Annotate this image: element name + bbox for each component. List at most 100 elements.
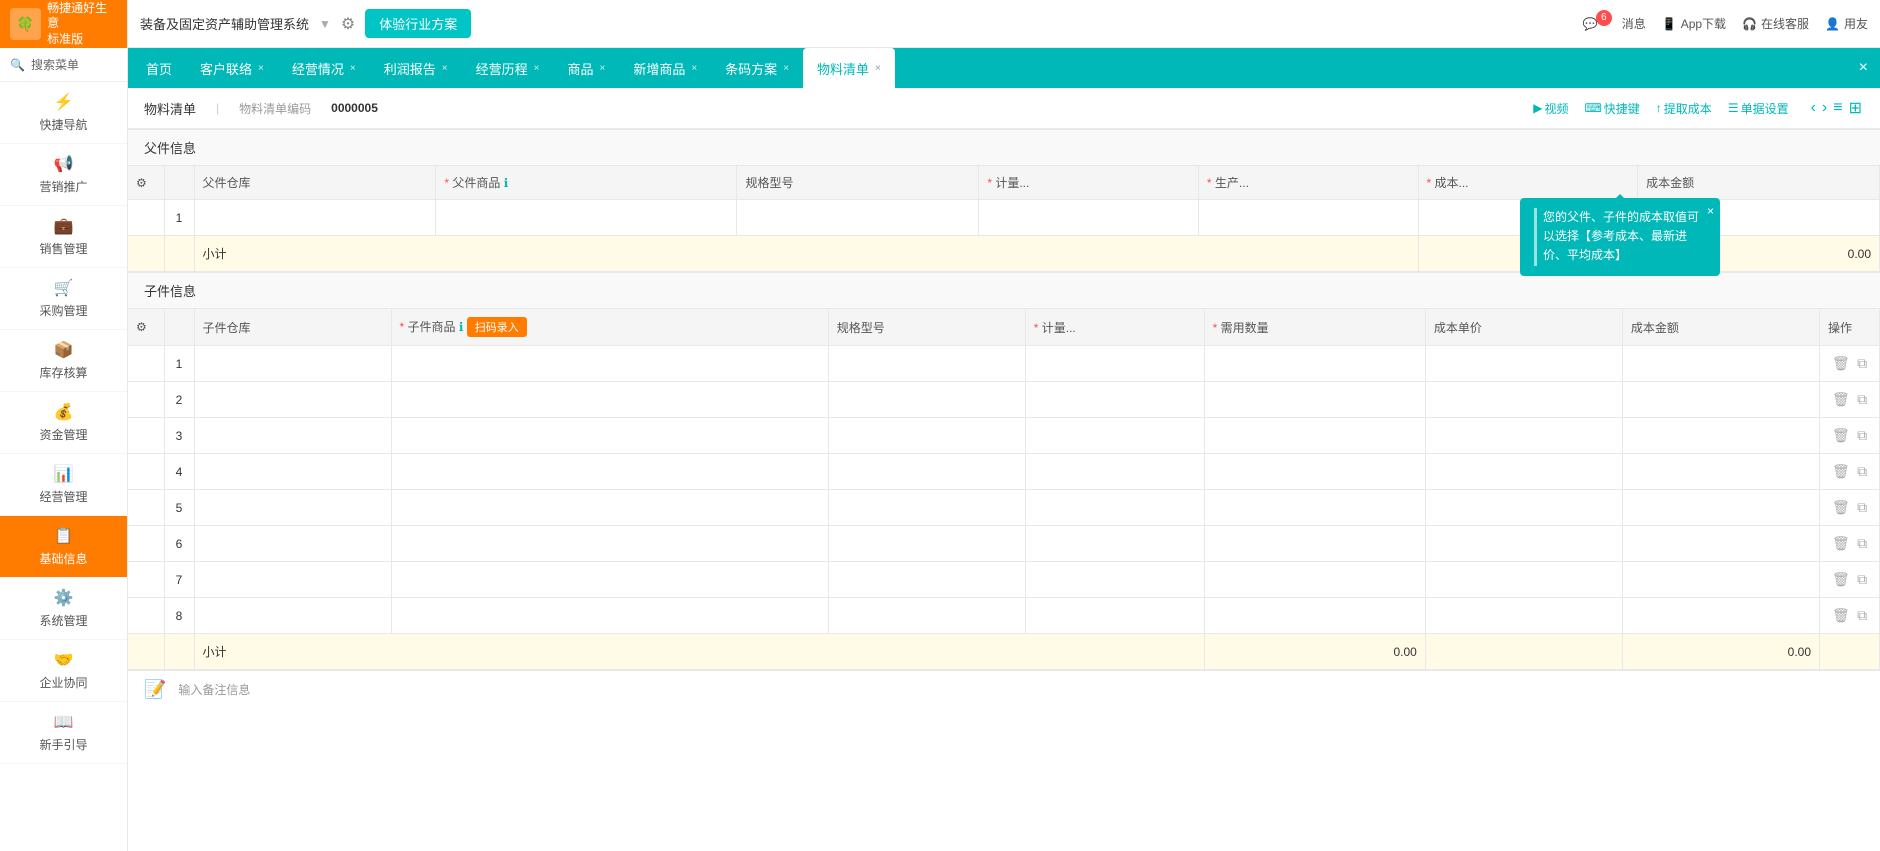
child-row-product[interactable]	[391, 598, 828, 634]
notes-icon[interactable]: 📝	[144, 679, 166, 700]
tab-product[interactable]: 商品 ×	[553, 48, 619, 88]
child-row-product[interactable]	[391, 562, 828, 598]
list-view-icon[interactable]: ≡	[1831, 97, 1844, 119]
delete-row-button[interactable]: 🗑	[1832, 463, 1850, 479]
parent-row-spec[interactable]	[737, 200, 979, 236]
delete-row-button[interactable]: 🗑	[1832, 391, 1850, 407]
child-row-unit[interactable]	[1025, 526, 1204, 562]
copy-row-button[interactable]: ⧉	[1857, 463, 1867, 479]
child-row-unit[interactable]	[1025, 490, 1204, 526]
child-row-spec[interactable]	[828, 418, 1025, 454]
child-row-unit-cost[interactable]	[1425, 418, 1622, 454]
child-row-product[interactable]	[391, 454, 828, 490]
child-row-spec[interactable]	[828, 490, 1025, 526]
next-arrow[interactable]: ›	[1820, 97, 1829, 119]
delete-row-button[interactable]: 🗑	[1832, 427, 1850, 443]
scan-input-button[interactable]: 扫码录入	[467, 317, 527, 337]
child-row-warehouse[interactable]	[194, 562, 391, 598]
copy-row-button[interactable]: ⧉	[1857, 607, 1867, 623]
sidebar-item-sales[interactable]: 💼 销售管理	[0, 206, 127, 268]
child-row-required-qty[interactable]	[1204, 418, 1425, 454]
child-row-warehouse[interactable]	[194, 598, 391, 634]
child-row-required-qty[interactable]	[1204, 598, 1425, 634]
tab-close-icon[interactable]: ×	[783, 63, 789, 74]
tab-new-product[interactable]: 新增商品 ×	[619, 48, 711, 88]
child-row-product[interactable]	[391, 418, 828, 454]
tab-close-icon[interactable]: ×	[442, 63, 448, 74]
child-row-warehouse[interactable]	[194, 382, 391, 418]
tab-close-icon[interactable]: ×	[691, 63, 697, 74]
gear-settings-icon[interactable]: ⚙	[341, 14, 355, 34]
child-row-warehouse[interactable]	[194, 526, 391, 562]
tooltip-close-button[interactable]: ×	[1707, 202, 1714, 221]
tab-customer[interactable]: 客户联络 ×	[186, 48, 278, 88]
child-row-required-qty[interactable]	[1204, 382, 1425, 418]
child-row-spec[interactable]	[828, 382, 1025, 418]
sidebar-item-finance[interactable]: 💰 资金管理	[0, 392, 127, 454]
shortcut-link[interactable]: ⌨ 快捷键	[1584, 100, 1639, 117]
child-row-unit-cost[interactable]	[1425, 562, 1622, 598]
copy-row-button[interactable]: ⧉	[1857, 571, 1867, 587]
delete-row-button[interactable]: 🗑	[1832, 607, 1850, 623]
sidebar-item-cooperation[interactable]: 🤝 企业协同	[0, 640, 127, 702]
sidebar-item-basic-info[interactable]: 📋 基础信息	[0, 516, 127, 578]
child-row-warehouse[interactable]	[194, 346, 391, 382]
child-row-unit[interactable]	[1025, 454, 1204, 490]
child-row-required-qty[interactable]	[1204, 562, 1425, 598]
sidebar-item-inventory[interactable]: 📦 库存核算	[0, 330, 127, 392]
copy-row-button[interactable]: ⧉	[1857, 355, 1867, 371]
child-row-unit-cost[interactable]	[1425, 598, 1622, 634]
child-row-spec[interactable]	[828, 598, 1025, 634]
tab-close-icon[interactable]: ×	[534, 63, 540, 74]
child-row-unit-cost[interactable]	[1425, 454, 1622, 490]
parent-row-production[interactable]	[1198, 200, 1418, 236]
tab-home[interactable]: 首页	[132, 48, 186, 88]
child-row-unit[interactable]	[1025, 382, 1204, 418]
trial-button[interactable]: 体验行业方案	[365, 9, 471, 38]
video-link[interactable]: ▶ 视频	[1533, 100, 1568, 117]
breadcrumb-bom[interactable]: 物料清单	[144, 99, 196, 118]
parent-col-gear[interactable]: ⚙	[128, 166, 164, 200]
app-download-item[interactable]: 📱 App下载	[1662, 15, 1726, 32]
child-col-gear[interactable]: ⚙	[128, 309, 164, 346]
child-row-required-qty[interactable]	[1204, 526, 1425, 562]
sidebar-item-purchase[interactable]: 🛒 采购管理	[0, 268, 127, 330]
child-row-spec[interactable]	[828, 454, 1025, 490]
tab-history[interactable]: 经营历程 ×	[462, 48, 554, 88]
sidebar-item-quick-nav[interactable]: ⚡ 快捷导航	[0, 82, 127, 144]
delete-row-button[interactable]: 🗑	[1832, 535, 1850, 551]
child-row-unit-cost[interactable]	[1425, 526, 1622, 562]
tab-bom[interactable]: 物料清单 ×	[803, 48, 895, 88]
prev-arrow[interactable]: ‹	[1809, 97, 1818, 119]
child-row-required-qty[interactable]	[1204, 346, 1425, 382]
child-row-required-qty[interactable]	[1204, 454, 1425, 490]
extract-cost-link[interactable]: ↑ 提取成本	[1656, 100, 1712, 117]
close-all-tabs-button[interactable]: ×	[1851, 59, 1876, 77]
child-row-unit[interactable]	[1025, 346, 1204, 382]
online-service-item[interactable]: 🎧 在线客服	[1742, 15, 1809, 32]
child-row-product[interactable]	[391, 382, 828, 418]
copy-row-button[interactable]: ⧉	[1857, 535, 1867, 551]
tab-close-icon[interactable]: ×	[875, 63, 881, 74]
parent-row-unit[interactable]	[979, 200, 1199, 236]
child-row-spec[interactable]	[828, 526, 1025, 562]
copy-row-button[interactable]: ⧉	[1857, 499, 1867, 515]
tab-barcode[interactable]: 条码方案 ×	[711, 48, 803, 88]
child-row-product[interactable]	[391, 490, 828, 526]
dropdown-arrow-icon[interactable]: ▼	[319, 17, 331, 31]
child-row-product[interactable]	[391, 526, 828, 562]
parent-row-warehouse[interactable]	[194, 200, 436, 236]
child-row-unit-cost[interactable]	[1425, 382, 1622, 418]
copy-row-button[interactable]: ⧉	[1857, 391, 1867, 407]
tab-close-icon[interactable]: ×	[258, 63, 264, 74]
child-row-unit[interactable]	[1025, 598, 1204, 634]
delete-row-button[interactable]: 🗑	[1832, 571, 1850, 587]
child-row-product[interactable]	[391, 346, 828, 382]
delete-row-button[interactable]: 🗑	[1832, 355, 1850, 371]
copy-row-button[interactable]: ⧉	[1857, 427, 1867, 443]
tab-close-icon[interactable]: ×	[350, 63, 356, 74]
sidebar-item-operations[interactable]: 📊 经营管理	[0, 454, 127, 516]
message-item[interactable]: 💬 6 消息	[1583, 15, 1646, 32]
sidebar-item-system[interactable]: ⚙️ 系统管理	[0, 578, 127, 640]
parent-row-product[interactable]	[436, 200, 737, 236]
